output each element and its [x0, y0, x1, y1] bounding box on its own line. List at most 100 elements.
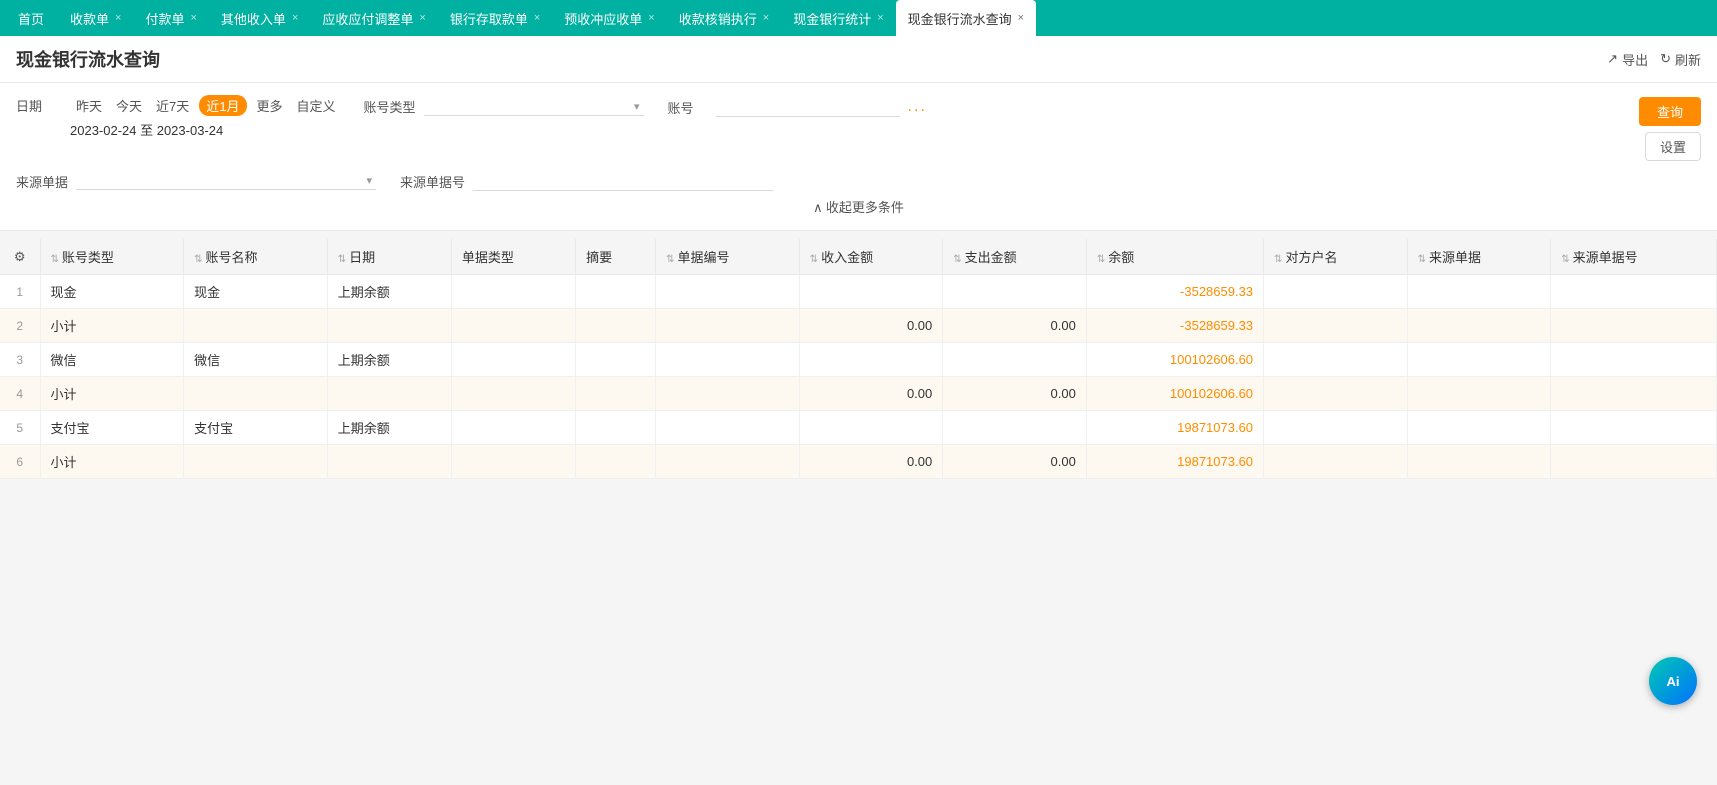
table-settings-icon[interactable]: ⚙	[0, 239, 40, 275]
table-row: 5支付宝支付宝上期余额19871073.60	[0, 411, 1717, 445]
cell-account_name: 现金	[184, 275, 328, 309]
col-header-account_name[interactable]: ⇅账号名称	[184, 239, 328, 275]
close-icon[interactable]: ×	[115, 12, 121, 24]
cell-doc_no	[656, 343, 800, 377]
sort-icon: ⇅	[1561, 254, 1569, 265]
table-row: 2小计0.000.00-3528659.33	[0, 309, 1717, 343]
gear-icon[interactable]: ⚙	[14, 249, 26, 264]
page-header: 现金银行流水查询 ↗ 导出 ↻ 刷新	[0, 36, 1717, 83]
close-icon[interactable]: ×	[877, 12, 883, 24]
col-header-source_doc[interactable]: ⇅来源单据	[1407, 239, 1551, 275]
cell-expense	[943, 411, 1087, 445]
date-range-display: 2023-02-24 至 2023-03-24	[70, 123, 223, 138]
nav-tab-收款核销执行[interactable]: 收款核销执行 ×	[667, 0, 781, 36]
cell-balance: 100102606.60	[1086, 343, 1263, 377]
col-label: 对方户名	[1285, 250, 1337, 265]
close-icon[interactable]: ×	[763, 12, 769, 24]
cell-expense: 0.00	[943, 309, 1087, 343]
tab-label: 收款单	[70, 9, 109, 28]
cell-summary	[576, 309, 656, 343]
col-label: 账号名称	[205, 250, 257, 265]
cell-doc_no	[656, 445, 800, 479]
date-option-btn[interactable]: 近7天	[152, 95, 193, 116]
account-input[interactable]	[716, 97, 900, 117]
close-icon[interactable]: ×	[292, 12, 298, 24]
refresh-button[interactable]: ↻ 刷新	[1660, 50, 1701, 69]
col-header-summary: 摘要	[576, 239, 656, 275]
cell-account_name	[184, 377, 328, 411]
col-header-income[interactable]: ⇅收入金额	[799, 239, 943, 275]
col-header-source_doc_no[interactable]: ⇅来源单据号	[1551, 239, 1717, 275]
top-navigation: 首页 收款单×付款单×其他收入单×应收应付调整单×银行存取款单×预收冲应收单×收…	[0, 0, 1717, 36]
date-option-btn[interactable]: 自定义	[293, 95, 340, 116]
tab-label: 其他收入单	[221, 9, 286, 28]
date-option-btn[interactable]: 更多	[253, 95, 287, 116]
data-table: ⚙⇅账号类型⇅账号名称⇅日期单据类型摘要⇅单据编号⇅收入金额⇅支出金额⇅余额⇅对…	[0, 239, 1717, 479]
cell-source_doc_no	[1551, 309, 1717, 343]
collapse-bar[interactable]: ∧ 收起更多条件	[16, 191, 1701, 218]
header-actions: ↗ 导出 ↻ 刷新	[1607, 50, 1701, 69]
cell-income	[799, 275, 943, 309]
collapse-label: 收起更多条件	[826, 200, 904, 215]
nav-tab-收款单[interactable]: 收款单 ×	[58, 0, 133, 36]
date-option-btn[interactable]: 今天	[112, 95, 146, 116]
nav-tab-现金银行统计[interactable]: 现金银行统计 ×	[781, 0, 895, 36]
nav-tab-现金银行流水查询[interactable]: 现金银行流水查询×	[896, 0, 1036, 36]
setting-button[interactable]: 设置	[1645, 132, 1701, 161]
nav-tab-付款单[interactable]: 付款单×	[133, 0, 208, 36]
sort-icon: ⇅	[953, 254, 961, 265]
col-header-account_type[interactable]: ⇅账号类型	[40, 239, 184, 275]
cell-doc_type	[451, 411, 575, 445]
export-button[interactable]: ↗ 导出	[1607, 50, 1648, 69]
nav-home[interactable]: 首页	[4, 0, 58, 36]
cell-doc_no	[656, 275, 800, 309]
source-doc-no-label: 来源单据号	[400, 172, 465, 191]
cell-balance: -3528659.33	[1086, 309, 1263, 343]
cell-source_doc	[1407, 411, 1551, 445]
nav-tab-应收应付调整单[interactable]: 应收应付调整单 ×	[310, 0, 437, 36]
account-type-select[interactable]: ▾	[424, 98, 644, 116]
source-doc-no-input[interactable]	[473, 171, 773, 191]
cell-source_doc	[1407, 275, 1551, 309]
cell-date: 上期余额	[327, 411, 451, 445]
tab-label: 预收冲应收单	[564, 9, 642, 28]
nav-tab-其他收入单[interactable]: 其他收入单 ×	[209, 0, 310, 36]
col-header-doc_no[interactable]: ⇅单据编号	[656, 239, 800, 275]
col-header-counterparty[interactable]: ⇅对方户名	[1264, 239, 1408, 275]
close-icon[interactable]: ×	[190, 12, 196, 24]
query-button[interactable]: 查询	[1639, 97, 1701, 126]
cell-account_type: 小计	[40, 309, 184, 343]
col-header-expense[interactable]: ⇅支出金额	[943, 239, 1087, 275]
tab-label: 应收应付调整单	[322, 9, 413, 28]
close-icon[interactable]: ×	[534, 12, 540, 24]
source-doc-select[interactable]: ▾	[76, 172, 376, 190]
account-label: 账号	[668, 98, 708, 117]
cell-doc_type	[451, 275, 575, 309]
nav-tab-预收冲应收单[interactable]: 预收冲应收单 ×	[552, 0, 666, 36]
date-option-btn[interactable]: 近1月	[199, 95, 246, 116]
ai-assistant-button[interactable]: Ai	[1649, 657, 1697, 705]
cell-date	[327, 377, 451, 411]
close-icon[interactable]: ×	[648, 12, 654, 24]
col-header-balance[interactable]: ⇅余额	[1086, 239, 1263, 275]
close-icon[interactable]: ×	[1018, 12, 1024, 24]
cell-doc_no	[656, 411, 800, 445]
tab-label: 银行存取款单	[450, 9, 528, 28]
col-header-date[interactable]: ⇅日期	[327, 239, 451, 275]
cell-doc_type	[451, 445, 575, 479]
more-options-icon[interactable]: ...	[908, 98, 927, 116]
col-label: 单据类型	[462, 250, 514, 265]
refresh-icon: ↻	[1660, 51, 1671, 67]
cell-doc_no	[656, 309, 800, 343]
close-icon[interactable]: ×	[419, 12, 425, 24]
date-option-btn[interactable]: 昨天	[72, 95, 106, 116]
cell-doc_type	[451, 343, 575, 377]
tab-label: 收款核销执行	[679, 9, 757, 28]
cell-doc_no	[656, 377, 800, 411]
cell-balance: 19871073.60	[1086, 445, 1263, 479]
date-filter-label: 日期	[16, 96, 56, 115]
tab-label: 现金银行统计	[793, 9, 871, 28]
cell-source_doc_no	[1551, 275, 1717, 309]
nav-tab-银行存取款单[interactable]: 银行存取款单 ×	[438, 0, 552, 36]
page-title: 现金银行流水查询	[16, 46, 160, 72]
